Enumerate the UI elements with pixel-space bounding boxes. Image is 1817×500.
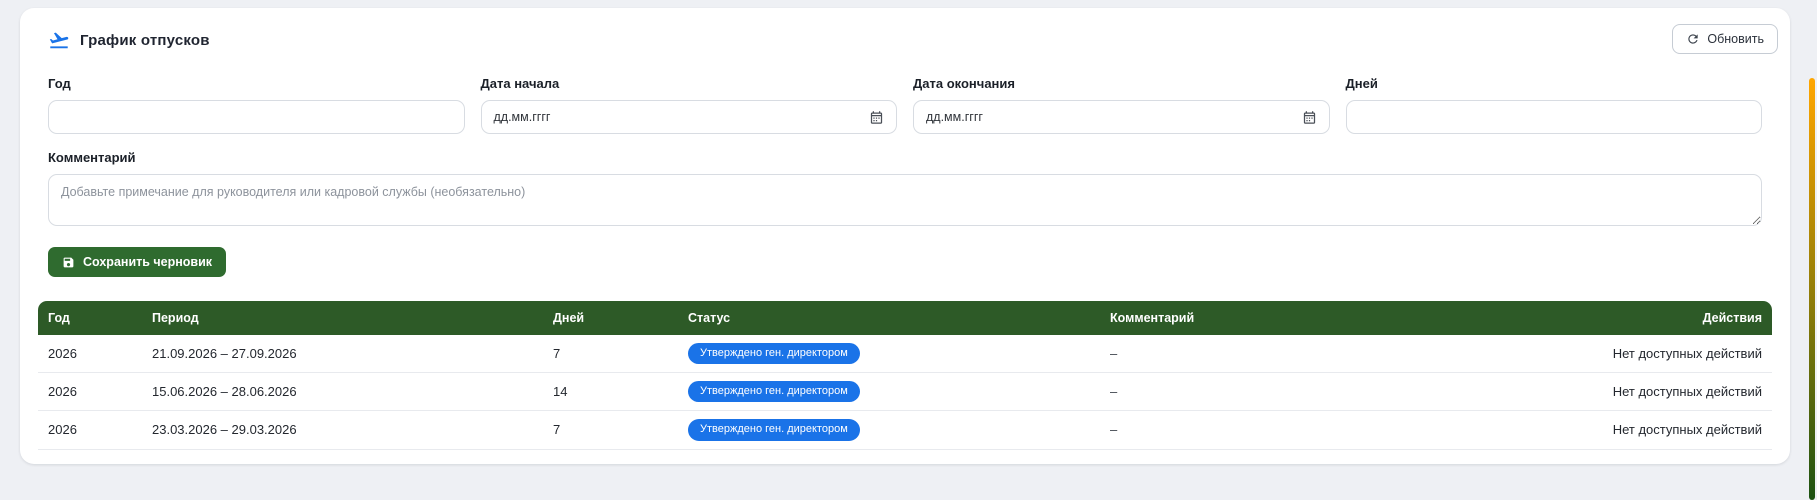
cell-comment: – bbox=[1110, 346, 1118, 362]
save-floppy-icon bbox=[62, 256, 75, 269]
table-row: 2026 21.09.2026 – 27.09.2026 7 Утвержден… bbox=[38, 335, 1772, 374]
start-date-field-label: Дата начала bbox=[480, 76, 560, 91]
cell-actions: Нет доступных действий bbox=[1540, 335, 1772, 374]
cell-year: 2026 bbox=[38, 335, 142, 374]
start-date-input[interactable]: дд.мм.гггг bbox=[480, 100, 897, 134]
cell-period: 21.09.2026 – 27.09.2026 bbox=[142, 335, 543, 374]
refresh-icon bbox=[1686, 32, 1700, 46]
cell-days: 7 bbox=[543, 335, 678, 374]
page-title: График отпусков bbox=[80, 31, 210, 49]
column-header-period: Период bbox=[142, 301, 543, 335]
end-date-field-label: Дата окончания bbox=[913, 76, 1015, 91]
end-date-value: дд.мм.гггг bbox=[926, 110, 983, 124]
calendar-icon[interactable] bbox=[869, 110, 884, 125]
table-row: 2026 15.06.2026 – 28.06.2026 14 Утвержде… bbox=[38, 372, 1772, 412]
start-date-value: дд.мм.гггг bbox=[493, 110, 551, 124]
cell-period: 15.06.2026 – 28.06.2026 bbox=[142, 372, 543, 412]
cell-actions: Нет доступных действий bbox=[1540, 410, 1772, 450]
cell-year: 2026 bbox=[38, 410, 142, 450]
refresh-button[interactable]: Обновить bbox=[1672, 24, 1778, 54]
vacation-table: Год Период Дней Статус Комментарий Дейст… bbox=[38, 301, 1772, 450]
end-date-field-group: Дата окончания дд.мм.гггг bbox=[913, 76, 1330, 134]
status-badge: Утверждено ген. директором bbox=[688, 381, 860, 403]
year-field-label: Год bbox=[48, 76, 71, 91]
page-background: { "header": { "title": "График отпусков"… bbox=[0, 0, 1817, 500]
end-date-input[interactable]: дд.мм.гггг bbox=[913, 100, 1330, 134]
column-header-year: Год bbox=[38, 301, 142, 335]
days-field-group: Дней bbox=[1345, 76, 1762, 134]
days-field-label: Дней bbox=[1345, 76, 1378, 91]
comment-textarea[interactable] bbox=[48, 174, 1762, 226]
save-draft-button[interactable]: Сохранить черновик bbox=[48, 247, 227, 277]
page-scrollbar[interactable] bbox=[1809, 78, 1815, 500]
cell-days: 14 bbox=[543, 372, 678, 412]
vacation-table-header: Год Период Дней Статус Комментарий Дейст… bbox=[38, 301, 1772, 335]
flight-land-icon bbox=[48, 29, 70, 51]
year-input[interactable] bbox=[48, 100, 465, 134]
cell-comment: – bbox=[1110, 422, 1118, 438]
cell-days: 7 bbox=[543, 410, 678, 450]
column-header-actions: Действия bbox=[1540, 301, 1772, 335]
cell-year: 2026 bbox=[38, 372, 142, 412]
year-field-group: Год bbox=[48, 76, 465, 134]
calendar-icon[interactable] bbox=[1302, 110, 1317, 125]
column-header-days: Дней bbox=[543, 301, 678, 335]
cell-actions: Нет доступных действий bbox=[1540, 372, 1772, 412]
comment-field-group: Комментарий bbox=[48, 150, 1762, 231]
vacation-schedule-card: График отпусков Обновить Год Дата начала… bbox=[20, 8, 1790, 464]
column-header-comment: Комментарий bbox=[1100, 301, 1540, 335]
table-row: 2026 23.03.2026 – 29.03.2026 7 Утвержден… bbox=[38, 410, 1772, 450]
start-date-field-group: Дата начала дд.мм.гггг bbox=[480, 76, 897, 134]
cell-comment: – bbox=[1110, 384, 1118, 400]
column-header-status: Статус bbox=[678, 301, 1100, 335]
form-fields-row: Год Дата начала дд.мм.гггг Дата окончани… bbox=[48, 76, 1762, 134]
days-input[interactable] bbox=[1345, 100, 1762, 134]
refresh-button-label: Обновить bbox=[1707, 32, 1764, 46]
card-header: График отпусков bbox=[48, 28, 1762, 52]
comment-field-label: Комментарий bbox=[48, 150, 136, 165]
status-badge: Утверждено ген. директором bbox=[688, 343, 860, 365]
cell-period: 23.03.2026 – 29.03.2026 bbox=[142, 410, 543, 450]
status-badge: Утверждено ген. директором bbox=[688, 419, 860, 441]
save-draft-button-label: Сохранить черновик bbox=[83, 255, 213, 269]
